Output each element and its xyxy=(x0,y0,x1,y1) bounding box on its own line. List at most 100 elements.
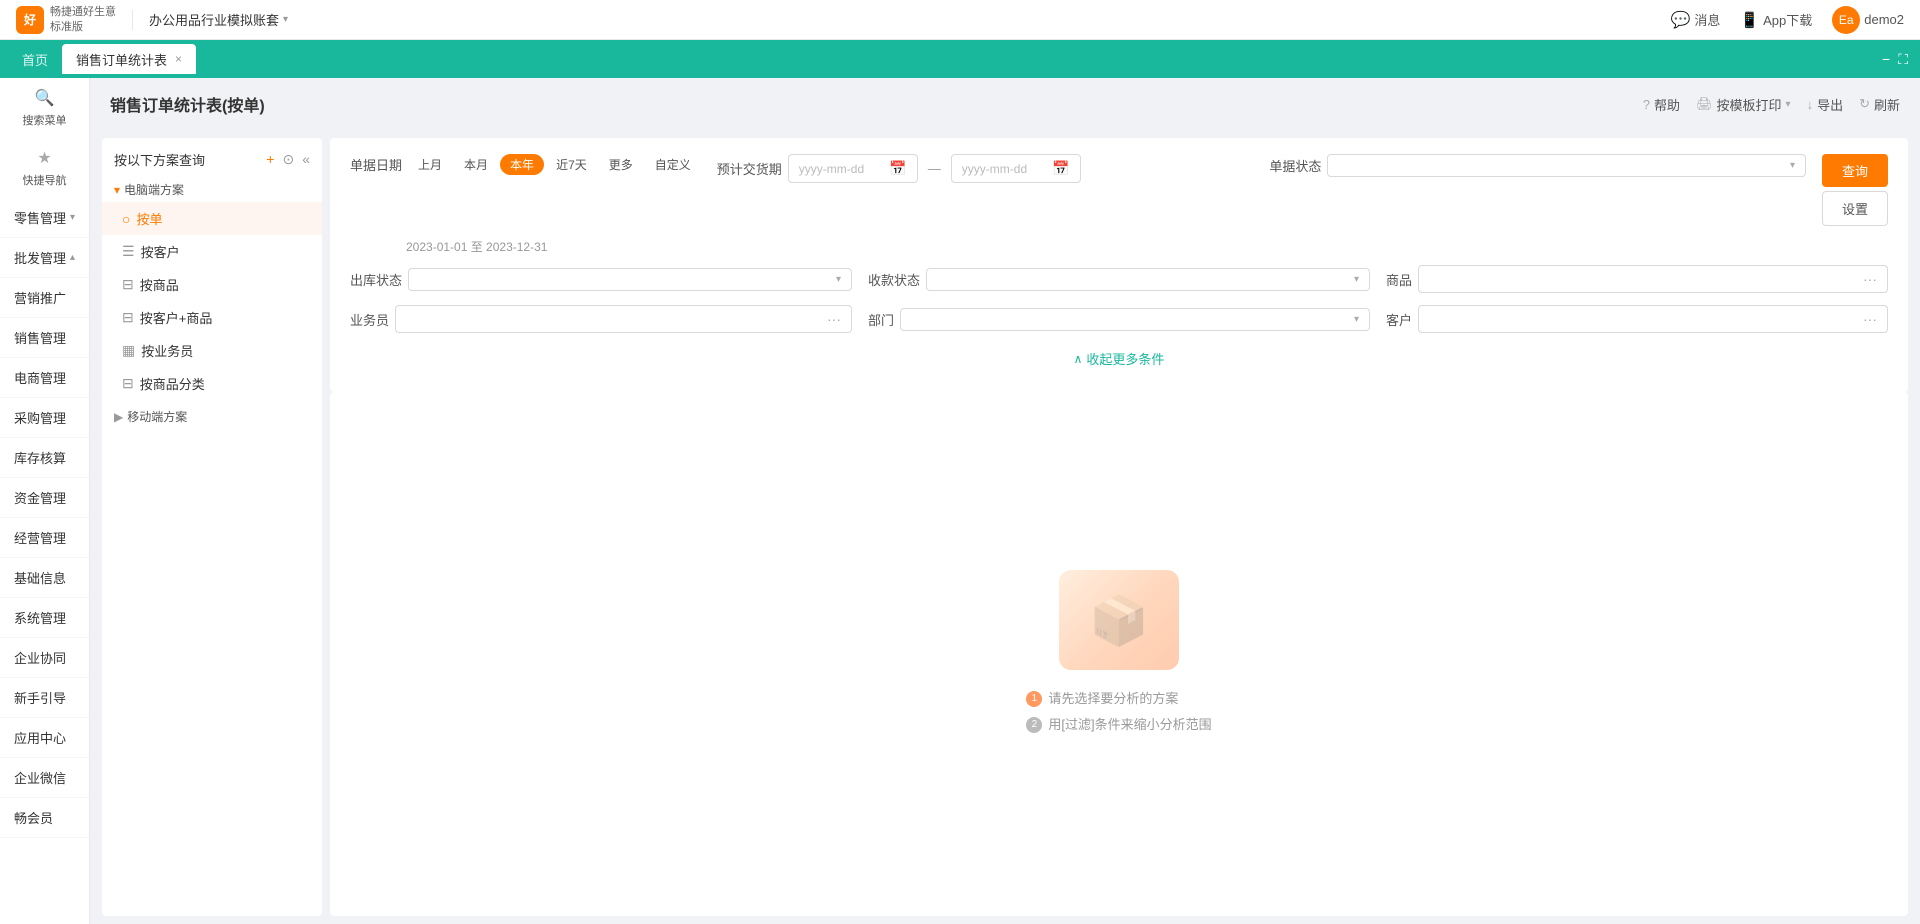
more-options-icon[interactable]: ··· xyxy=(1863,311,1877,327)
date-pill-this-month[interactable]: 本月 xyxy=(454,154,498,175)
right-content: 单据日期 上月 本月 本年 近7天 更多 自定义 xyxy=(330,138,1908,916)
filter-panel: 单据日期 上月 本月 本年 近7天 更多 自定义 xyxy=(330,138,1908,392)
date-pill-this-year[interactable]: 本年 xyxy=(500,154,544,175)
scheme-icon: ⊟ xyxy=(122,276,134,293)
sidebar-item-marketing[interactable]: 营销推广 xyxy=(0,278,89,318)
settings-button[interactable]: 设置 xyxy=(1822,191,1888,226)
sidebar-item-wechat[interactable]: 企业微信 xyxy=(0,758,89,798)
scheme-item-by-product[interactable]: ⊟ 按商品 xyxy=(102,268,322,301)
customer-field[interactable]: ··· xyxy=(1418,305,1888,333)
scheme-mobile-category: ▶ 移动端方案 xyxy=(102,404,322,429)
scheme-item-by-category[interactable]: ⊟ 按商品分类 xyxy=(102,367,322,400)
expand-mobile-icon: ▶ xyxy=(114,410,123,424)
scheme-item-by-order[interactable]: ○ 按单 xyxy=(102,202,322,235)
quick-nav-item[interactable]: ★ 快捷导航 xyxy=(0,138,89,198)
download-icon: 📱 xyxy=(1740,11,1759,29)
date-pill-7days[interactable]: 近7天 xyxy=(546,154,597,175)
collapse-scheme-button[interactable]: « xyxy=(302,151,310,168)
sidebar-item-enterprise[interactable]: 企业协同 xyxy=(0,638,89,678)
print-icon: 🖨 xyxy=(1696,96,1713,112)
sidebar: 🔍 搜索菜单 ★ 快捷导航 零售管理 ▾ 批发管理 ▴ 营销推广 销售管理 电商… xyxy=(0,78,90,924)
empty-icon: 📦 xyxy=(1059,570,1179,670)
query-actions: 查询 设置 xyxy=(1822,154,1888,226)
ship-status-dropdown[interactable]: ▾ xyxy=(408,268,852,291)
scheme-item-by-cust-prod[interactable]: ⊟ 按客户+商品 xyxy=(102,301,322,334)
sidebar-item-finance[interactable]: 资金管理 xyxy=(0,478,89,518)
collapse-bar[interactable]: ∧ 收起更多条件 xyxy=(350,341,1888,376)
sidebar-item-ecommerce[interactable]: 电商管理 xyxy=(0,358,89,398)
dept-dropdown[interactable]: ▾ xyxy=(900,308,1370,331)
ship-status-label: 出库状态 xyxy=(350,270,402,289)
more-options-icon[interactable]: ··· xyxy=(1863,271,1877,287)
collapse-icon: ∧ xyxy=(1074,352,1083,366)
help-button[interactable]: ? 帮助 xyxy=(1643,95,1680,114)
tab-close-button[interactable]: × xyxy=(175,52,182,66)
date-pill-last-month[interactable]: 上月 xyxy=(408,154,452,175)
maximize-icon[interactable]: ⛶ xyxy=(1898,51,1908,68)
customer-label: 客户 xyxy=(1386,310,1412,329)
sidebar-item-wholesale[interactable]: 批发管理 ▴ xyxy=(0,238,89,278)
header-actions: ? 帮助 🖨 按模板打印 ▾ ↓ 导出 ↻ 刷新 xyxy=(1643,95,1900,114)
chevron-up-icon: ▴ xyxy=(70,252,75,263)
product-field[interactable]: ··· xyxy=(1418,265,1888,293)
sidebar-item-sales[interactable]: 销售管理 xyxy=(0,318,89,358)
scheme-icon: ☰ xyxy=(122,243,135,260)
user-menu-button[interactable]: Ea demo2 xyxy=(1832,6,1904,34)
sidebar-item-apps[interactable]: 应用中心 xyxy=(0,718,89,758)
sidebar-item-member[interactable]: 畅会员 xyxy=(0,798,89,838)
tab-home[interactable]: 首页 xyxy=(8,44,62,74)
message-button[interactable]: 💬 消息 xyxy=(1670,10,1720,30)
calendar-icon-end[interactable]: 📅 xyxy=(1052,160,1069,177)
scheme-icon: ○ xyxy=(122,211,130,227)
refresh-button[interactable]: ↻ 刷新 xyxy=(1859,95,1900,114)
pay-status-label: 收款状态 xyxy=(868,270,920,289)
sidebar-item-purchase[interactable]: 采购管理 xyxy=(0,398,89,438)
scheme-pc-category: ▾ 电脑端方案 xyxy=(102,177,322,202)
sidebar-item-basic[interactable]: 基础信息 xyxy=(0,558,89,598)
title-arrow-icon[interactable]: ▾ xyxy=(283,14,288,25)
sidebar-item-operations[interactable]: 经营管理 xyxy=(0,518,89,558)
app-title[interactable]: 办公用品行业模拟账套 ▾ xyxy=(149,10,288,29)
doc-status-label: 单据状态 xyxy=(1269,156,1321,175)
tab-sales-order-stats[interactable]: 销售订单统计表 × xyxy=(62,44,196,74)
date-pill-custom[interactable]: 自定义 xyxy=(645,154,701,175)
message-icon: 💬 xyxy=(1670,10,1690,30)
export-button[interactable]: ↓ 导出 xyxy=(1807,95,1844,114)
search-icon: 🔍 xyxy=(35,88,55,108)
export-icon: ↓ xyxy=(1807,97,1814,112)
print-arrow-icon: ▾ xyxy=(1786,99,1791,110)
doc-status-dropdown[interactable]: ▾ xyxy=(1327,154,1806,177)
tip-num-2: 2 xyxy=(1026,717,1042,733)
sidebar-item-retail[interactable]: 零售管理 ▾ xyxy=(0,198,89,238)
sidebar-item-guide[interactable]: 新手引导 xyxy=(0,678,89,718)
star-icon: ★ xyxy=(37,148,51,168)
expected-date-start[interactable]: yyyy-mm-dd 📅 xyxy=(788,154,918,183)
salesperson-field[interactable]: ··· xyxy=(395,305,852,333)
logo-text: 畅捷通好生意 标准版 xyxy=(50,5,116,34)
search-menu-item[interactable]: 🔍 搜索菜单 xyxy=(0,78,89,138)
settings-scheme-button[interactable]: ⊙ xyxy=(282,151,294,168)
sidebar-item-system[interactable]: 系统管理 xyxy=(0,598,89,638)
top-bar-left: 好 畅捷通好生意 标准版 办公用品行业模拟账套 ▾ xyxy=(16,5,288,34)
expected-date-end[interactable]: yyyy-mm-dd 📅 xyxy=(951,154,1081,183)
sidebar-item-inventory[interactable]: 库存核算 xyxy=(0,438,89,478)
date-pill-more[interactable]: 更多 xyxy=(599,154,643,175)
expand-category-icon: ▾ xyxy=(114,183,120,197)
add-scheme-button[interactable]: + xyxy=(266,151,274,168)
empty-state: 📦 1 请先选择要分析的方案 2 用[过滤]条件来缩小分析范围 xyxy=(330,392,1908,916)
scheme-item-by-customer[interactable]: ☰ 按客户 xyxy=(102,235,322,268)
minimize-icon[interactable]: − xyxy=(1882,51,1890,67)
empty-illustration: 📦 xyxy=(1059,570,1179,670)
app-download-button[interactable]: 📱 App下载 xyxy=(1740,10,1812,29)
print-button[interactable]: 🖨 按模板打印 ▾ xyxy=(1696,95,1791,114)
calendar-icon[interactable]: 📅 xyxy=(889,160,906,177)
scheme-icon: ⊟ xyxy=(122,375,134,392)
pay-status-dropdown[interactable]: ▾ xyxy=(926,268,1370,291)
query-button[interactable]: 查询 xyxy=(1822,154,1888,187)
main-layout: 🔍 搜索菜单 ★ 快捷导航 零售管理 ▾ 批发管理 ▴ 营销推广 销售管理 电商… xyxy=(0,78,1920,924)
more-options-icon[interactable]: ··· xyxy=(827,311,841,327)
scheme-item-by-salesperson[interactable]: ▦ 按业务员 xyxy=(102,334,322,367)
logo-area: 好 畅捷通好生意 标准版 xyxy=(16,5,116,34)
top-bar-right: 💬 消息 📱 App下载 Ea demo2 xyxy=(1670,6,1904,34)
page-title: 销售订单统计表(按单) xyxy=(110,92,265,116)
